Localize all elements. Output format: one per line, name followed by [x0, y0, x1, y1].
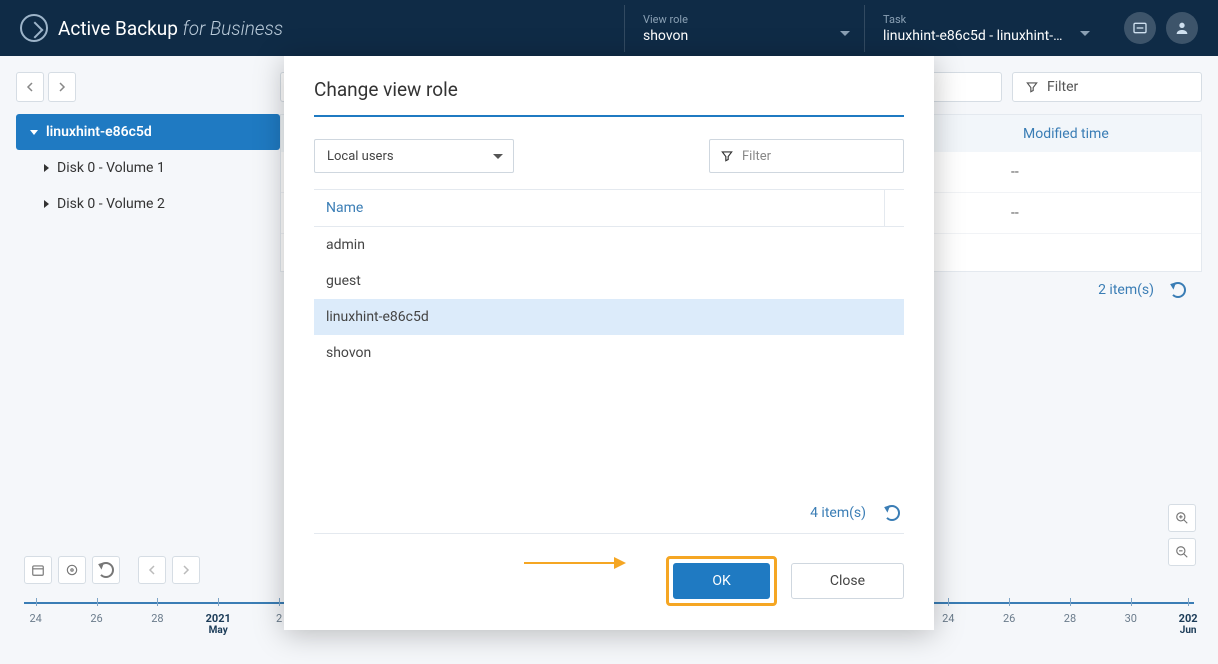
modal-item-count: 4 item(s): [810, 505, 866, 521]
user-row[interactable]: linuxhint-e86c5d: [314, 299, 904, 335]
timeline-tick: 26: [90, 612, 102, 625]
user-icon[interactable]: [1166, 12, 1198, 44]
tree-child-label: Disk 0 - Volume 2: [57, 196, 165, 212]
app-header: Active Backup for Business View role sho…: [0, 0, 1218, 56]
cell-modified: --: [999, 164, 1189, 180]
refresh-button[interactable]: [92, 556, 120, 584]
filter-icon: [1025, 80, 1039, 94]
refresh-icon[interactable]: [1170, 282, 1186, 298]
col-name-header[interactable]: Name: [314, 190, 884, 226]
filter-button[interactable]: Filter: [1012, 72, 1202, 102]
cell-modified: --: [999, 205, 1189, 221]
col-modified-header[interactable]: Modified time: [1011, 126, 1201, 142]
timeline-tick: 202Jun: [1179, 612, 1198, 636]
calendar-icon[interactable]: [24, 556, 52, 584]
refresh-icon[interactable]: [884, 505, 900, 521]
caret-right-icon: [44, 164, 49, 172]
user-row[interactable]: shovon: [314, 335, 904, 371]
chevron-down-icon: [1080, 31, 1090, 36]
view-role-label: View role: [643, 13, 846, 26]
tree-child-item[interactable]: Disk 0 - Volume 2: [16, 186, 280, 222]
app-logo-icon: [20, 14, 48, 42]
app-title: Active Backup for Business: [58, 17, 283, 40]
timeline-next-button[interactable]: [172, 556, 200, 584]
ok-button[interactable]: OK: [673, 563, 769, 599]
annotation-highlight: OK: [666, 556, 776, 606]
change-view-role-dialog: Change view role Local users Filter Name…: [284, 56, 934, 630]
view-role-value: shovon: [643, 28, 846, 44]
filter-icon: [720, 149, 734, 163]
timeline-toolbar: [0, 548, 200, 584]
tree-child-label: Disk 0 - Volume 1: [57, 160, 165, 176]
user-row[interactable]: guest: [314, 263, 904, 299]
timeline-tick: 2: [276, 612, 282, 625]
dialog-title: Change view role: [314, 78, 904, 101]
timeline-tick: 30: [1125, 612, 1137, 625]
chevron-down-icon: [840, 31, 850, 36]
filter-placeholder: Filter: [742, 149, 771, 164]
timeline-tick: 24: [30, 612, 42, 625]
timeline-prev-button[interactable]: [138, 556, 166, 584]
target-icon[interactable]: [58, 556, 86, 584]
tree-root-label: linuxhint-e86c5d: [46, 124, 152, 140]
task-dropdown[interactable]: Task linuxhint-e86c5d - linuxhint-e86...: [864, 5, 1104, 52]
tree-root-item[interactable]: linuxhint-e86c5d: [16, 114, 280, 150]
zoom-in-icon[interactable]: [1168, 504, 1196, 532]
message-icon[interactable]: [1124, 12, 1156, 44]
dialog-divider: [314, 115, 904, 117]
timeline-tick: 28: [1064, 612, 1076, 625]
grid-item-count: 2 item(s): [1098, 282, 1154, 298]
nav-forward-button[interactable]: [48, 72, 76, 102]
user-row[interactable]: admin: [314, 227, 904, 263]
filter-label: Filter: [1047, 79, 1078, 95]
timeline-tick: 26: [1003, 612, 1015, 625]
caret-right-icon: [44, 200, 49, 208]
user-filter-input[interactable]: Filter: [709, 139, 904, 173]
user-table: Name adminguestlinuxhint-e86c5dshovon: [314, 189, 904, 371]
tree-child-item[interactable]: Disk 0 - Volume 1: [16, 150, 280, 186]
col-check-header: [884, 190, 904, 226]
timeline-tick: 2021May: [206, 612, 231, 636]
timeline-tick: 24: [942, 612, 954, 625]
chevron-down-icon: [493, 154, 503, 159]
nav-back-button[interactable]: [16, 72, 44, 102]
task-value: linuxhint-e86c5d - linuxhint-e86...: [883, 28, 1086, 44]
caret-down-icon: [30, 130, 38, 135]
task-label: Task: [883, 13, 1086, 26]
user-type-dropdown[interactable]: Local users: [314, 139, 514, 173]
user-type-value: Local users: [327, 149, 394, 164]
view-role-dropdown[interactable]: View role shovon: [624, 5, 864, 52]
close-button[interactable]: Close: [791, 563, 904, 599]
annotation-arrow: [524, 562, 624, 564]
zoom-out-icon[interactable]: [1168, 538, 1196, 566]
timeline-tick: 28: [151, 612, 163, 625]
